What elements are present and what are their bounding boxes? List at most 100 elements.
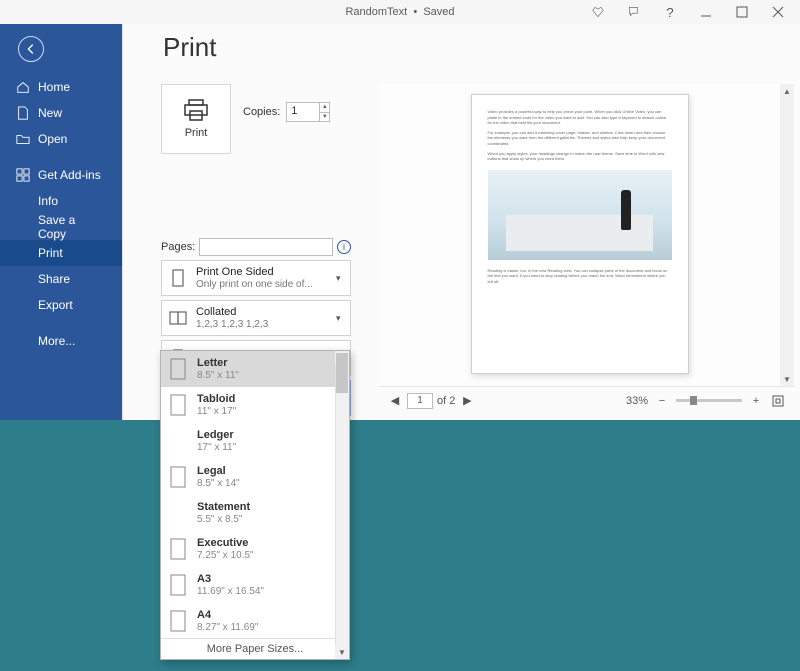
print-button-label: Print	[185, 127, 208, 139]
nav-share[interactable]: Share	[0, 266, 122, 292]
zoom-in-button[interactable]: +	[748, 393, 764, 409]
paper-size-option[interactable]: Ledger17" x 11"	[161, 423, 349, 459]
paper-icon	[167, 608, 189, 634]
nav-label: New	[38, 106, 62, 120]
preview-image	[488, 170, 672, 260]
paper-size-option[interactable]: Letter8.5" x 11"	[161, 351, 349, 387]
feedback-icon[interactable]	[616, 1, 652, 23]
scroll-down-icon[interactable]: ▼	[335, 645, 349, 659]
paper-size-option[interactable]: Legal8.5" x 14"	[161, 459, 349, 495]
option-sub: 8.27" x 11.69"	[197, 622, 258, 634]
nav-open[interactable]: Open	[0, 126, 122, 152]
nav-label: Get Add-ins	[38, 168, 101, 182]
home-icon	[16, 80, 30, 94]
help-icon[interactable]: ?	[652, 1, 688, 23]
setting-collated[interactable]: Collated 1,2,3 1,2,3 1,2,3 ▾	[161, 300, 351, 336]
chevron-down-icon: ▾	[336, 313, 346, 324]
minimize-button[interactable]	[688, 1, 724, 23]
zoom-slider[interactable]	[676, 399, 742, 402]
setting-sub: 1,2,3 1,2,3 1,2,3	[196, 319, 336, 331]
option-sub: 8.5" x 11"	[197, 370, 239, 382]
paper-size-dropdown: Letter8.5" x 11"Tabloid11" x 17"Ledger17…	[160, 350, 350, 660]
maximize-button[interactable]	[724, 1, 760, 23]
paper-size-option[interactable]: Tabloid11" x 17"	[161, 387, 349, 423]
option-main: Letter	[197, 357, 239, 370]
copies-row: Copies: 1 ▲▼	[243, 102, 330, 122]
option-sub: 17" x 11"	[197, 442, 236, 454]
pages-info-icon[interactable]: i	[337, 240, 351, 254]
paper-size-option[interactable]: A311.69" x 16.54"	[161, 567, 349, 603]
nav-label: More...	[38, 334, 75, 348]
close-button[interactable]	[760, 1, 796, 23]
preview-page: Video provides a powerful way to help yo…	[471, 94, 689, 374]
next-page-button[interactable]: ▶	[459, 393, 475, 409]
paper-size-option[interactable]: Statement5.5" x 8.5"	[161, 495, 349, 531]
option-main: A3	[197, 573, 264, 586]
nav-label: Save a Copy	[38, 213, 106, 241]
preview-scrollbar[interactable]: ▲ ▼	[780, 84, 794, 386]
nav-save-copy[interactable]: Save a Copy	[0, 214, 122, 240]
option-sub: 7.25" x 10.5"	[197, 550, 254, 562]
page-number-input[interactable]: 1	[407, 393, 433, 409]
setting-sub: Only print on one side of...	[196, 279, 336, 291]
setting-sided[interactable]: Print One Sided Only print on one side o…	[161, 260, 351, 296]
option-sub: 8.5" x 14"	[197, 478, 240, 490]
paper-size-option[interactable]: A48.27" x 11.69"	[161, 603, 349, 638]
more-paper-sizes[interactable]: More Paper Sizes...	[161, 638, 349, 659]
option-main: Legal	[197, 465, 240, 478]
document-title: RandomText • Saved	[345, 6, 454, 18]
nav-print[interactable]: Print	[0, 240, 122, 266]
nav-home[interactable]: Home	[0, 74, 122, 100]
option-main: Executive	[197, 537, 254, 550]
paper-size-option[interactable]: Executive7.25" x 10.5"	[161, 531, 349, 567]
paper-icon	[167, 392, 189, 418]
copies-label: Copies:	[243, 106, 280, 118]
page-total: of 2	[437, 395, 455, 407]
preview-footer: ◀ 1 of 2 ▶ 33% − +	[379, 386, 794, 414]
collated-icon	[166, 306, 190, 330]
page-title: Print	[123, 24, 800, 73]
back-button[interactable]	[18, 36, 44, 62]
dropdown-scrollbar[interactable]: ▲ ▼	[335, 351, 349, 659]
pages-input[interactable]	[199, 238, 333, 256]
one-sided-icon	[166, 266, 190, 290]
nav-export[interactable]: Export	[0, 292, 122, 318]
nav-label: Home	[38, 80, 70, 94]
nav-label: Open	[38, 132, 67, 146]
nav-new[interactable]: New	[0, 100, 122, 126]
option-main: Ledger	[197, 429, 236, 442]
scroll-down-icon[interactable]: ▼	[780, 372, 794, 386]
option-main: Tabloid	[197, 393, 236, 406]
zoom-value: 33%	[626, 395, 648, 407]
print-button[interactable]: Print	[161, 84, 231, 154]
nav-get-addins[interactable]: Get Add-ins	[0, 162, 122, 188]
option-sub: 11.69" x 16.54"	[197, 586, 264, 598]
copies-input[interactable]: 1 ▲▼	[286, 102, 330, 122]
paper-icon	[167, 356, 189, 382]
nav-label: Export	[38, 298, 73, 312]
fit-page-button[interactable]	[770, 393, 786, 409]
open-icon	[16, 132, 30, 146]
nav-more[interactable]: More...	[0, 328, 122, 354]
copies-spinner[interactable]: ▲▼	[319, 103, 329, 121]
nav-info[interactable]: Info	[0, 188, 122, 214]
premium-icon[interactable]	[580, 1, 616, 23]
pages-label: Pages:	[161, 241, 195, 253]
app-window: RandomText • Saved ? Home New Open	[0, 0, 800, 671]
backstage-sidebar: Home New Open Get Add-ins Info Save a Co…	[0, 24, 122, 420]
option-sub: 5.5" x 8.5"	[197, 514, 250, 526]
printer-icon	[183, 99, 209, 121]
scroll-up-icon[interactable]: ▲	[780, 84, 794, 98]
option-sub: 11" x 17"	[197, 406, 236, 418]
nav-label: Info	[38, 194, 58, 208]
paper-icon	[167, 536, 189, 562]
preview-viewport[interactable]: Video provides a powerful way to help yo…	[379, 84, 794, 386]
nav-label: Share	[38, 272, 70, 286]
scroll-thumb[interactable]	[336, 353, 348, 393]
title-bar: RandomText • Saved ?	[0, 0, 800, 24]
setting-main: Print One Sided	[196, 266, 336, 279]
paper-icon	[167, 572, 189, 598]
prev-page-button[interactable]: ◀	[387, 393, 403, 409]
zoom-out-button[interactable]: −	[654, 393, 670, 409]
paper-icon	[167, 464, 189, 490]
